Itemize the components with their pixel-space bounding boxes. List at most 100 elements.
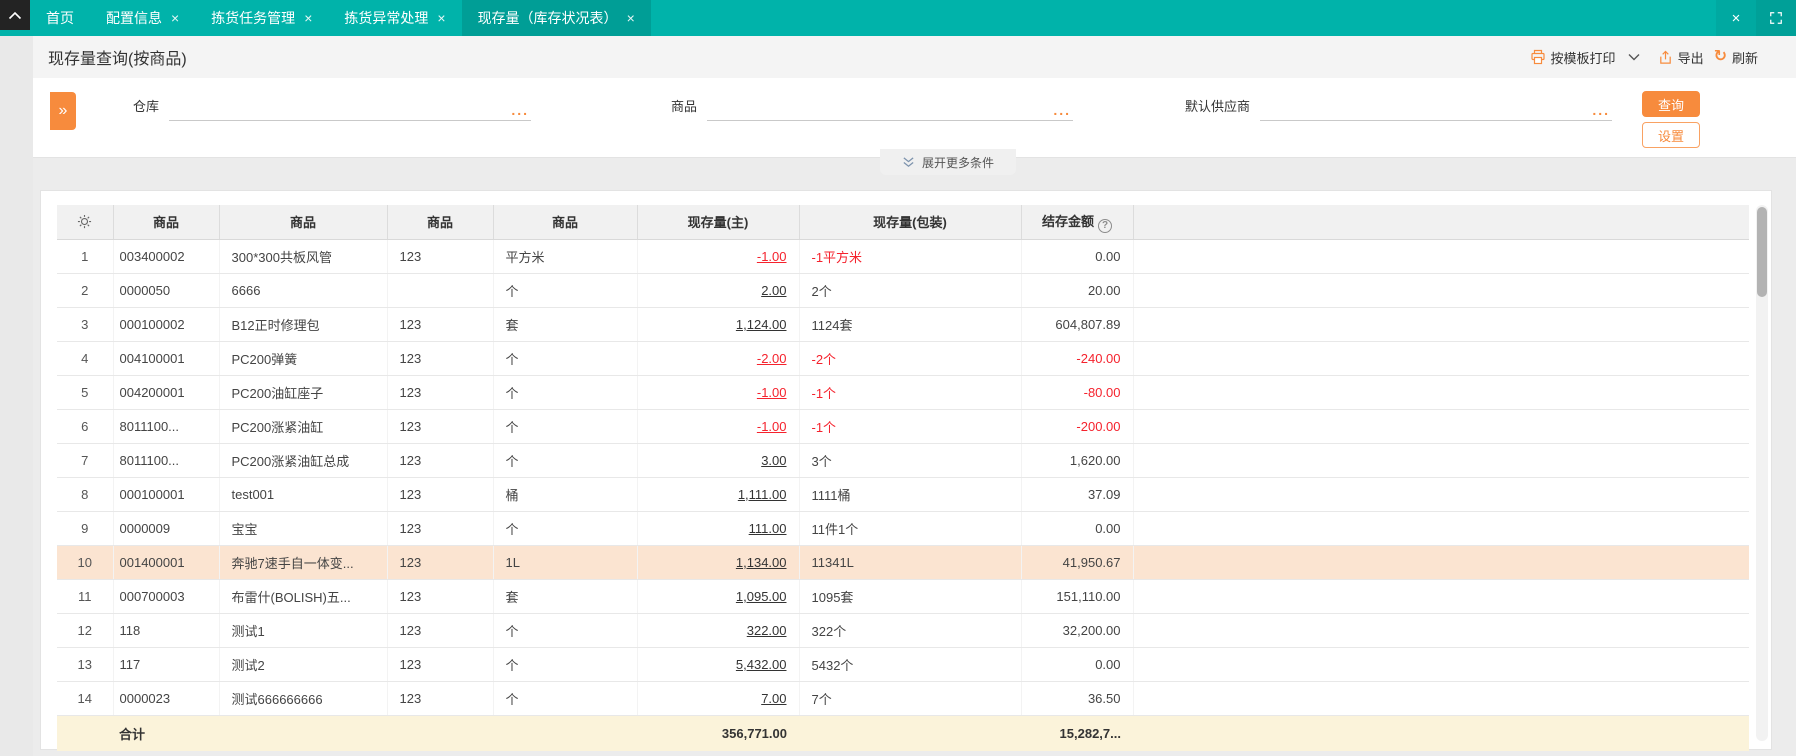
table-row[interactable]: 6 8011100... PC200涨紧油缸 123 个 -1.00 -1个 -…: [57, 409, 1749, 444]
stock-main-link[interactable]: 1,134.00: [736, 555, 787, 570]
stock-main-link[interactable]: 2.00: [761, 283, 786, 298]
help-icon[interactable]: ?: [1098, 218, 1112, 233]
stock-main-link[interactable]: 111.00: [749, 521, 787, 536]
stock-main-link[interactable]: -1.00: [757, 249, 787, 264]
table-row[interactable]: 13 117 测试2 123 个 5,432.00 5432个 0.00: [57, 647, 1749, 682]
header-goods-code[interactable]: 商品: [113, 205, 220, 240]
cell-goods-name: 300*300共板风管: [219, 239, 388, 274]
stock-main-link[interactable]: 1,124.00: [736, 317, 787, 332]
warehouse-picker-button[interactable]: ...: [509, 100, 531, 120]
stock-main-link[interactable]: 3.00: [761, 453, 786, 468]
cell-goods-code: 118: [113, 613, 220, 648]
table-row[interactable]: 11 000700003 布雷什(BOLISH)五... 123 套 1,095…: [57, 579, 1749, 614]
table-row[interactable]: 12 118 测试1 123 个 322.00 322个 32,200.00: [57, 613, 1749, 648]
cell-stock-pack: 1095套: [799, 579, 1022, 614]
cell-stock-pack: 11341L: [799, 545, 1022, 580]
cell-goods-qty: 123: [387, 443, 494, 478]
stock-main-link[interactable]: 1,095.00: [736, 589, 787, 604]
cell-stock-pack: 11件1个: [799, 511, 1022, 546]
print-by-template-button[interactable]: 按模板打印: [1530, 48, 1616, 67]
tab-4[interactable]: 现存量（库存状况表） ×: [461, 0, 651, 36]
export-icon: [1658, 50, 1673, 65]
supplier-input[interactable]: [1260, 94, 1591, 120]
tab-2[interactable]: 拣货任务管理 ×: [195, 0, 328, 36]
column-settings-button[interactable]: [57, 205, 114, 240]
cell-goods-code: 003400002: [113, 239, 220, 274]
cell-goods-code: 004200001: [113, 375, 220, 410]
stock-main-link[interactable]: 5,432.00: [736, 657, 787, 672]
table-row[interactable]: 3 000100002 B12正时修理包 123 套 1,124.00 1124…: [57, 307, 1749, 342]
goods-picker-button[interactable]: ...: [1051, 100, 1073, 120]
cell-goods-name: PC200弹簧: [219, 341, 388, 376]
cell-goods-unit: 1L: [493, 545, 638, 580]
tab-1[interactable]: 配置信息 ×: [90, 0, 195, 36]
close-tabs-button[interactable]: ×: [1716, 0, 1756, 36]
tab-3[interactable]: 拣货异常处理 ×: [328, 0, 461, 36]
scrollbar-thumb[interactable]: [1757, 207, 1767, 297]
cell-balance-amount: 41,950.67: [1021, 545, 1134, 580]
table-row[interactable]: 10 001400001 奔驰7速手自一体变... 123 1L 1,134.0…: [57, 545, 1749, 580]
stock-main-link[interactable]: 1,111.00: [738, 487, 787, 502]
expand-side-panel-button[interactable]: »: [50, 92, 76, 130]
table-row[interactable]: 1 003400002 300*300共板风管 123 平方米 -1.00 -1…: [57, 239, 1749, 274]
tab-close-icon[interactable]: ×: [627, 10, 635, 26]
warehouse-input[interactable]: [169, 94, 510, 120]
goods-input[interactable]: [707, 94, 1052, 120]
stock-main-link[interactable]: 7.00: [761, 691, 786, 706]
header-stock-main[interactable]: 现存量(主): [637, 205, 800, 240]
tab-label: 首页: [46, 10, 74, 26]
page-header: 现存量查询(按商品) 按模板打印 导出 ↻ 刷新: [33, 36, 1796, 78]
refresh-button[interactable]: ↻ 刷新: [1714, 48, 1758, 67]
cell-goods-code: 004100001: [113, 341, 220, 376]
table-row[interactable]: 14 0000023 测试666666666 123 个 7.00 7个 36.…: [57, 681, 1749, 716]
expand-more-conditions-button[interactable]: 展开更多条件: [880, 149, 1017, 175]
cell-balance-amount: -240.00: [1021, 341, 1134, 376]
header-goods-unit[interactable]: 商品: [493, 205, 638, 240]
stock-main-link[interactable]: -2.00: [757, 351, 787, 366]
stock-main-link[interactable]: -1.00: [757, 385, 787, 400]
header-balance-amount[interactable]: 结存金额?: [1021, 205, 1134, 240]
query-button[interactable]: 查询: [1642, 91, 1700, 117]
fullscreen-icon: [1769, 11, 1783, 25]
cell-balance-amount: 37.09: [1021, 477, 1134, 512]
cell-goods-code: 000700003: [113, 579, 220, 614]
row-index: 14: [57, 681, 114, 716]
fullscreen-button[interactable]: [1756, 0, 1796, 36]
cell-balance-amount: 0.00: [1021, 647, 1134, 682]
printer-icon: [1530, 49, 1546, 65]
vertical-scrollbar[interactable]: [1756, 205, 1768, 741]
header-goods-name[interactable]: 商品: [219, 205, 388, 240]
print-dropdown-button[interactable]: [1626, 53, 1648, 61]
supplier-picker-button[interactable]: ...: [1590, 100, 1612, 120]
table-row[interactable]: 4 004100001 PC200弹簧 123 个 -2.00 -2个 -240…: [57, 341, 1749, 376]
tab-0[interactable]: 首页: [30, 0, 90, 36]
stock-main-link[interactable]: -1.00: [757, 419, 787, 434]
table-row[interactable]: 7 8011100... PC200涨紧油缸总成 123 个 3.00 3个 1…: [57, 443, 1749, 478]
header-stock-pack[interactable]: 现存量(包装): [799, 205, 1022, 240]
double-chevron-right-icon: »: [58, 102, 68, 119]
table-row[interactable]: 8 000100001 test001 123 桶 1,111.00 1111桶…: [57, 477, 1749, 512]
cell-filler: [1133, 681, 1749, 716]
cell-filler: [1133, 341, 1749, 376]
stock-main-link[interactable]: 322.00: [747, 623, 787, 638]
table-row[interactable]: 2 0000050 6666 个 2.00 2个 20.00: [57, 273, 1749, 308]
cell-stock-main: 111.00: [637, 511, 800, 546]
total-stock-main: 356,771.00: [637, 715, 799, 751]
cell-goods-name: 测试666666666: [219, 681, 388, 716]
cell-goods-code: 8011100...: [113, 443, 220, 478]
export-button[interactable]: 导出: [1658, 48, 1704, 67]
cell-balance-amount: 20.00: [1021, 273, 1134, 308]
cell-goods-unit: 桶: [493, 477, 638, 512]
settings-button[interactable]: 设置: [1642, 122, 1700, 148]
tab-close-icon[interactable]: ×: [437, 10, 445, 26]
collapse-menu-button[interactable]: [0, 0, 30, 30]
cell-balance-amount: 1,620.00: [1021, 443, 1134, 478]
table-row[interactable]: 5 004200001 PC200油缸座子 123 个 -1.00 -1个 -8…: [57, 375, 1749, 410]
cell-stock-pack: 322个: [799, 613, 1022, 648]
tab-close-icon[interactable]: ×: [171, 10, 179, 26]
cell-filler: [1133, 511, 1749, 546]
tab-close-icon[interactable]: ×: [304, 10, 312, 26]
cell-goods-qty: 123: [387, 579, 494, 614]
header-goods-qty[interactable]: 商品: [387, 205, 494, 240]
table-row[interactable]: 9 0000009 宝宝 123 个 111.00 11件1个 0.00: [57, 511, 1749, 546]
